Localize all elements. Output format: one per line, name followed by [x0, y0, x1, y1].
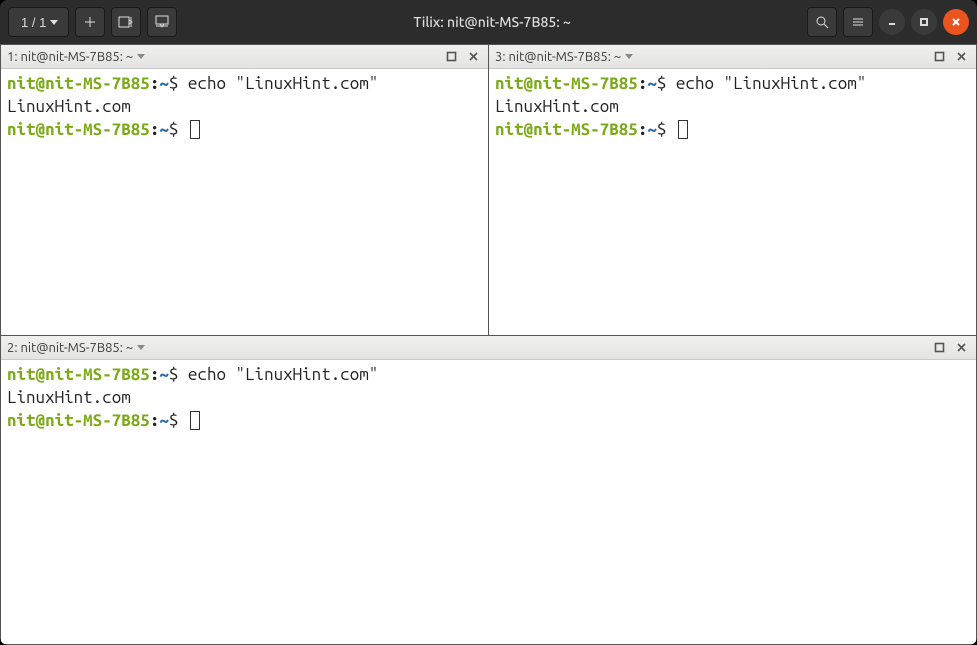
pane-maximize-button[interactable] [930, 339, 948, 357]
split-right-button[interactable] [111, 7, 141, 37]
close-icon [468, 51, 479, 62]
prompt-path: ~ [647, 120, 657, 139]
terminal-pane-2: 2: nit@nit-MS-7B85: ~ nit@nit-MS-7B85:~$… [1, 336, 976, 644]
search-icon [815, 15, 829, 29]
pane-header: 3: nit@nit-MS-7B85: ~ [489, 45, 976, 69]
pane-title-dropdown[interactable]: 1: nit@nit-MS-7B85: ~ [7, 50, 145, 64]
close-icon [951, 17, 961, 27]
command-output: LinuxHint.com [7, 97, 131, 116]
command-output: LinuxHint.com [495, 97, 619, 116]
command-text: echo "LinuxHint.com" [676, 74, 866, 93]
terminal-body[interactable]: nit@nit-MS-7B85:~$ echo "LinuxHint.com" … [1, 360, 976, 644]
chevron-down-icon [625, 54, 633, 59]
search-button[interactable] [807, 7, 837, 37]
plus-icon [83, 15, 97, 29]
prompt-user: nit@nit-MS-7B85 [7, 411, 150, 430]
session-label: 1 / 1 [21, 15, 46, 30]
tilix-window: 1 / 1 Tilix: nit@nit-MS-7B85: ~ [0, 0, 977, 645]
minimize-button[interactable] [879, 9, 905, 35]
terminal-body[interactable]: nit@nit-MS-7B85:~$ echo "LinuxHint.com" … [1, 69, 488, 335]
pane-title-label: 1: nit@nit-MS-7B85: ~ [7, 50, 133, 64]
pane-title-dropdown[interactable]: 2: nit@nit-MS-7B85: ~ [7, 341, 145, 355]
maximize-icon [934, 342, 945, 353]
pane-maximize-button[interactable] [442, 48, 460, 66]
close-icon [956, 342, 967, 353]
prompt-path: ~ [159, 365, 169, 384]
prompt-path: ~ [159, 74, 169, 93]
cursor [190, 120, 200, 139]
close-icon [956, 51, 967, 62]
maximize-button[interactable] [911, 9, 937, 35]
pane-close-button[interactable] [952, 339, 970, 357]
prompt-user: nit@nit-MS-7B85 [495, 74, 638, 93]
panes-container: 1: nit@nit-MS-7B85: ~ nit@nit-MS-7B85:~$… [0, 44, 977, 645]
prompt-path: ~ [159, 411, 169, 430]
pane-row-top: 1: nit@nit-MS-7B85: ~ nit@nit-MS-7B85:~$… [1, 45, 976, 335]
command-text: echo "LinuxHint.com" [188, 74, 378, 93]
split-down-button[interactable] [147, 7, 177, 37]
pane-header: 1: nit@nit-MS-7B85: ~ [1, 45, 488, 69]
terminal-pane-1: 1: nit@nit-MS-7B85: ~ nit@nit-MS-7B85:~$… [1, 45, 488, 335]
cursor [190, 411, 200, 430]
pane-close-button[interactable] [464, 48, 482, 66]
pane-title-dropdown[interactable]: 3: nit@nit-MS-7B85: ~ [495, 50, 633, 64]
prompt-user: nit@nit-MS-7B85 [495, 120, 638, 139]
pane-title-label: 3: nit@nit-MS-7B85: ~ [495, 50, 621, 64]
terminal-body[interactable]: nit@nit-MS-7B85:~$ echo "LinuxHint.com" … [489, 69, 976, 335]
titlebar: 1 / 1 Tilix: nit@nit-MS-7B85: ~ [0, 0, 977, 44]
command-output: LinuxHint.com [7, 388, 131, 407]
prompt-user: nit@nit-MS-7B85 [7, 365, 150, 384]
prompt-path: ~ [159, 120, 169, 139]
maximize-icon [446, 51, 457, 62]
pane-title-label: 2: nit@nit-MS-7B85: ~ [7, 341, 133, 355]
menu-button[interactable] [843, 7, 873, 37]
command-text: echo "LinuxHint.com" [188, 365, 378, 384]
split-down-icon [154, 15, 170, 29]
titlebar-right [807, 7, 969, 37]
session-switcher[interactable]: 1 / 1 [8, 7, 69, 37]
prompt-user: nit@nit-MS-7B85 [7, 74, 150, 93]
chevron-down-icon [137, 54, 145, 59]
cursor [678, 120, 688, 139]
chevron-down-icon [50, 20, 58, 25]
prompt-user: nit@nit-MS-7B85 [7, 120, 150, 139]
pane-close-button[interactable] [952, 48, 970, 66]
maximize-icon [934, 51, 945, 62]
pane-maximize-button[interactable] [930, 48, 948, 66]
window-title: Tilix: nit@nit-MS-7B85: ~ [183, 14, 801, 30]
terminal-pane-3: 3: nit@nit-MS-7B85: ~ nit@nit-MS-7B85:~$… [489, 45, 976, 335]
new-session-button[interactable] [75, 7, 105, 37]
pane-row-bottom: 2: nit@nit-MS-7B85: ~ nit@nit-MS-7B85:~$… [1, 336, 976, 644]
hamburger-icon [851, 15, 865, 29]
split-right-icon [118, 15, 134, 29]
minimize-icon [887, 17, 897, 27]
maximize-icon [919, 17, 929, 27]
pane-header: 2: nit@nit-MS-7B85: ~ [1, 336, 976, 360]
titlebar-left: 1 / 1 [8, 7, 177, 37]
prompt-path: ~ [647, 74, 657, 93]
close-button[interactable] [943, 9, 969, 35]
chevron-down-icon [137, 345, 145, 350]
